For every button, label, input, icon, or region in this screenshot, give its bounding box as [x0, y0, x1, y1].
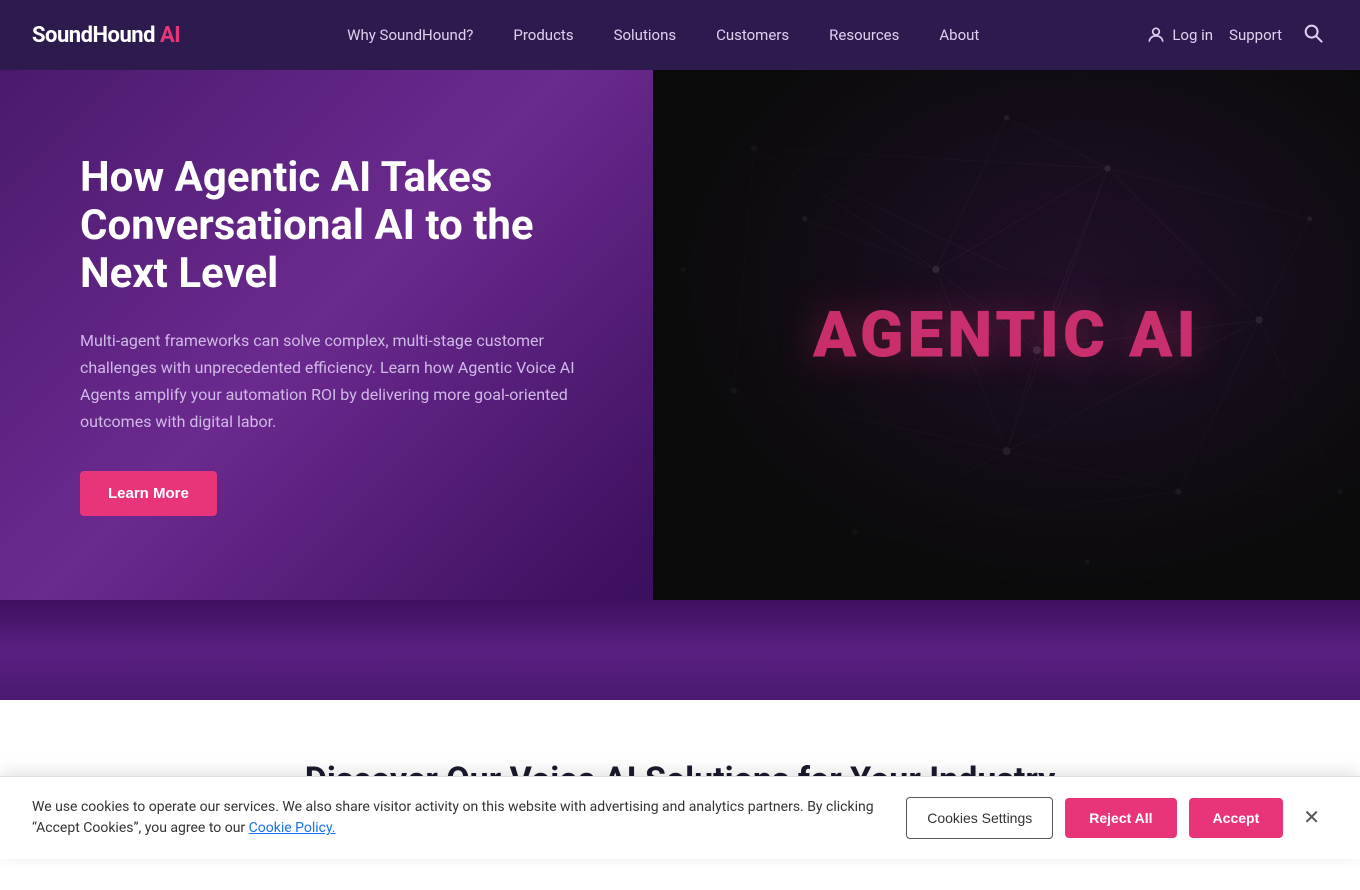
hero-visual: AGENTIC AI [653, 70, 1360, 600]
login-button[interactable]: Log in [1146, 25, 1213, 45]
brand-name: SoundHound [32, 23, 155, 48]
below-hero-band [0, 600, 1360, 700]
learn-more-button[interactable]: Learn More [80, 471, 217, 516]
nav-links: Why SoundHound? Products Solutions Custo… [331, 18, 995, 52]
account-icon [1146, 25, 1166, 45]
logo-text: SoundHound AI [32, 23, 180, 48]
navbar-actions: Log in Support [1146, 18, 1328, 53]
support-button[interactable]: Support [1229, 26, 1282, 44]
hero-content: How Agentic AI Takes Conversational AI t… [0, 70, 653, 600]
hero-description: Multi-agent frameworks can solve complex… [80, 327, 593, 436]
logo[interactable]: SoundHound AI [32, 23, 180, 48]
cookies-settings-button[interactable]: Cookies Settings [906, 797, 1053, 839]
accept-button[interactable]: Accept [1189, 798, 1284, 838]
reject-all-button[interactable]: Reject All [1065, 798, 1176, 838]
nav-item-customers[interactable]: Customers [700, 18, 805, 52]
search-button[interactable] [1298, 18, 1328, 53]
nav-item-products[interactable]: Products [497, 18, 589, 52]
cookie-banner: We use cookies to operate our services. … [0, 776, 1360, 859]
cookie-policy-link[interactable]: Cookie Policy. [249, 820, 336, 836]
hero-title: How Agentic AI Takes Conversational AI t… [80, 154, 593, 299]
nav-item-why[interactable]: Why SoundHound? [331, 18, 489, 52]
close-icon: ✕ [1303, 807, 1320, 829]
navbar: SoundHound AI Why SoundHound? Products S… [0, 0, 1360, 70]
nav-item-resources[interactable]: Resources [813, 18, 915, 52]
hero-section: How Agentic AI Takes Conversational AI t… [0, 70, 1360, 600]
login-label: Log in [1172, 26, 1213, 44]
cookie-text: We use cookies to operate our services. … [32, 797, 886, 839]
cookie-text-body: We use cookies to operate our services. … [32, 799, 874, 836]
nav-item-solutions[interactable]: Solutions [598, 18, 693, 52]
agentic-ai-text: AGENTIC AI [813, 298, 1200, 373]
nav-item-about[interactable]: About [923, 18, 995, 52]
close-cookie-button[interactable]: ✕ [1295, 804, 1328, 832]
cookie-actions: Cookies Settings Reject All Accept ✕ [906, 797, 1328, 839]
brand-ai: AI [155, 23, 180, 48]
search-icon [1302, 22, 1324, 44]
